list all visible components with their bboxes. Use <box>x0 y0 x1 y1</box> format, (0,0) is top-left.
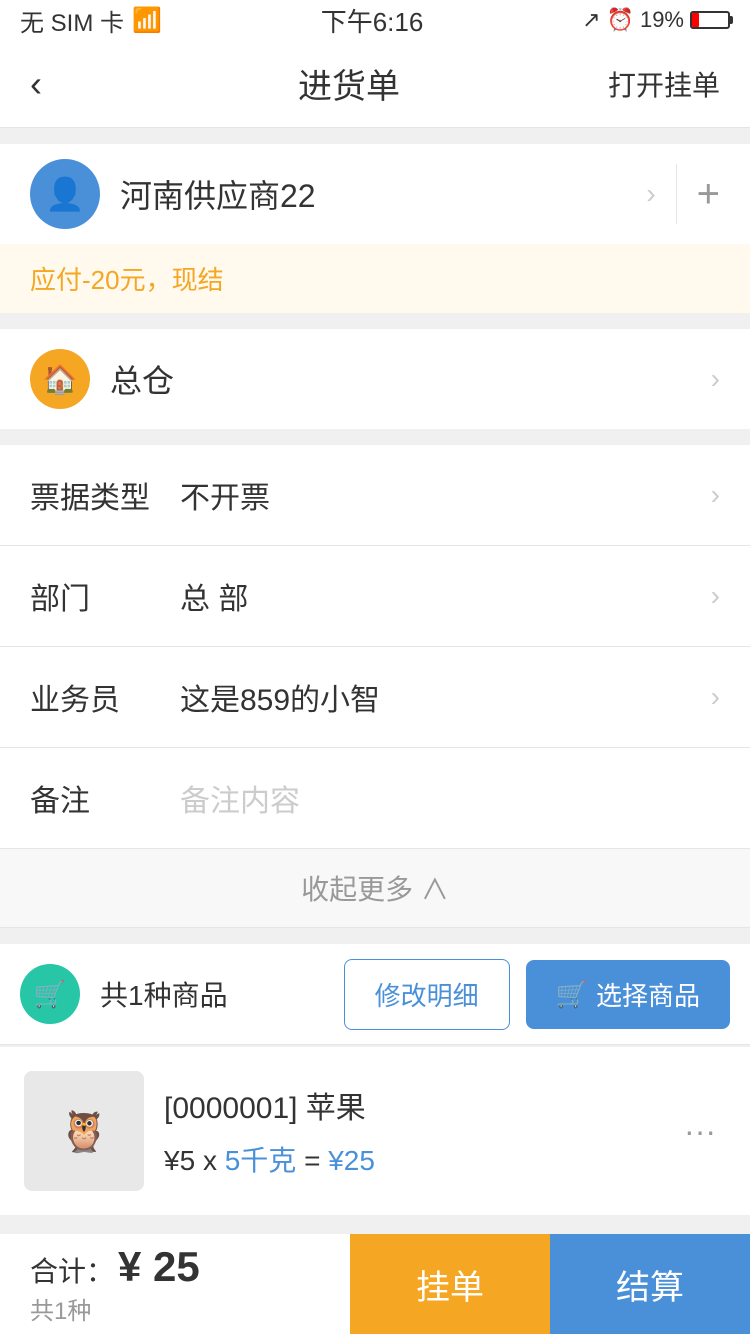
divider-1 <box>0 128 750 144</box>
select-product-button[interactable]: 🛒 选择商品 <box>526 960 730 1029</box>
product-header: 🛒 共1种商品 修改明细 🛒 选择商品 <box>0 944 750 1044</box>
select-product-icon: 🛒 <box>556 979 588 1010</box>
collapse-label: 收起更多 ∧ <box>301 868 449 908</box>
quantity: 5千克 <box>225 1145 297 1176</box>
invoice-type-label: 票据类型 <box>30 473 170 517</box>
unit-price: ¥5 <box>164 1145 195 1176</box>
total-sub: 共1种 <box>30 1291 320 1326</box>
total-amount: ¥ 25 <box>118 1243 200 1291</box>
department-label: 部门 <box>30 574 170 618</box>
back-button[interactable]: ‹ <box>30 63 90 105</box>
invoice-chevron-icon: › <box>711 479 720 511</box>
supplier-name: 河南供应商22 <box>120 171 646 217</box>
supplier-chevron-icon: › <box>646 178 655 210</box>
sales-rep-row[interactable]: 业务员 这是859的小智 › <box>0 647 750 747</box>
product-divider <box>0 1044 750 1045</box>
collapse-button[interactable]: 收起更多 ∧ <box>0 848 750 928</box>
warehouse-name: 总仓 <box>110 356 711 402</box>
edit-detail-button[interactable]: 修改明细 <box>344 959 510 1030</box>
product-count: 共1种商品 <box>100 974 344 1014</box>
supplier-row[interactable]: 👤 河南供应商22 › + <box>0 144 750 244</box>
product-info: [0000001] 苹果 ¥5 x 5千克 = ¥25 <box>164 1083 674 1179</box>
product-section-icon: 🛒 <box>20 964 80 1024</box>
status-left: 无 SIM 卡 📶 <box>20 3 162 38</box>
settle-button[interactable]: 结算 <box>550 1234 750 1334</box>
remark-label: 备注 <box>30 776 170 820</box>
warehouse-icon: 🏠 <box>30 349 90 409</box>
notice-bar: 应付-20元，现结 <box>0 244 750 313</box>
more-button[interactable]: ··· <box>674 1103 726 1160</box>
avatar-icon: 👤 <box>45 175 85 213</box>
invoice-type-value: 不开票 <box>170 473 711 517</box>
supplier-section: 👤 河南供应商22 › + 应付-20元，现结 <box>0 144 750 313</box>
invoice-type-row[interactable]: 票据类型 不开票 › <box>0 445 750 545</box>
location-icon: ↗ <box>582 7 600 33</box>
notice-text: 应付-20元，现结 <box>30 265 224 295</box>
footer-total-section: 合计： ¥ 25 共1种 <box>0 1243 350 1326</box>
divider-3 <box>0 429 750 445</box>
divider-2 <box>0 313 750 329</box>
warehouse-section: 🏠 总仓 › <box>0 329 750 429</box>
status-right: ↗ ⏰ 19% <box>582 7 730 33</box>
status-bar: 无 SIM 卡 📶 下午6:16 ↗ ⏰ 19% <box>0 0 750 40</box>
footer: 合计： ¥ 25 共1种 挂单 结算 <box>0 1234 750 1334</box>
supplier-divider <box>676 164 677 224</box>
sales-rep-chevron-icon: › <box>711 681 720 713</box>
pending-button[interactable]: 挂单 <box>350 1234 550 1334</box>
total-label: 合计： <box>30 1250 114 1290</box>
warehouse-chevron-icon: › <box>711 363 720 395</box>
product-price: ¥5 x 5千克 = ¥25 <box>164 1139 674 1179</box>
wifi-icon: 📶 <box>132 6 162 35</box>
alarm-icon: ⏰ <box>607 7 634 33</box>
form-section: 票据类型 不开票 › 部门 总 部 › 业务员 这是859的小智 › 备注 备注… <box>0 445 750 848</box>
battery-icon <box>690 11 730 29</box>
price-separator: x <box>203 1145 225 1176</box>
add-supplier-button[interactable]: + <box>697 172 720 217</box>
sales-rep-value: 这是859的小智 <box>170 675 711 719</box>
remark-row[interactable]: 备注 备注内容 <box>0 748 750 848</box>
carrier-text: 无 SIM 卡 <box>20 3 124 38</box>
department-value: 总 部 <box>170 574 711 618</box>
nav-bar: ‹ 进货单 打开挂单 <box>0 40 750 128</box>
product-thumbnail: 🦉 <box>24 1071 144 1191</box>
battery-text: 19% <box>640 7 684 33</box>
product-item: 🦉 [0000001] 苹果 ¥5 x 5千克 = ¥25 ··· <box>0 1047 750 1215</box>
warehouse-row[interactable]: 🏠 总仓 › <box>0 329 750 429</box>
department-chevron-icon: › <box>711 580 720 612</box>
remark-value: 备注内容 <box>170 776 720 820</box>
select-product-label: 选择商品 <box>596 976 700 1013</box>
product-name: [0000001] 苹果 <box>164 1083 674 1127</box>
sales-rep-label: 业务员 <box>30 675 170 719</box>
total-price: ¥25 <box>328 1145 375 1176</box>
open-pending-button[interactable]: 打开挂单 <box>608 64 720 104</box>
status-time: 下午6:16 <box>321 2 424 39</box>
department-row[interactable]: 部门 总 部 › <box>0 546 750 646</box>
supplier-avatar: 👤 <box>30 159 100 229</box>
product-thumb-icon: 🦉 <box>59 1108 109 1155</box>
page-title: 进货单 <box>298 59 400 108</box>
equals-sign: = <box>304 1145 328 1176</box>
